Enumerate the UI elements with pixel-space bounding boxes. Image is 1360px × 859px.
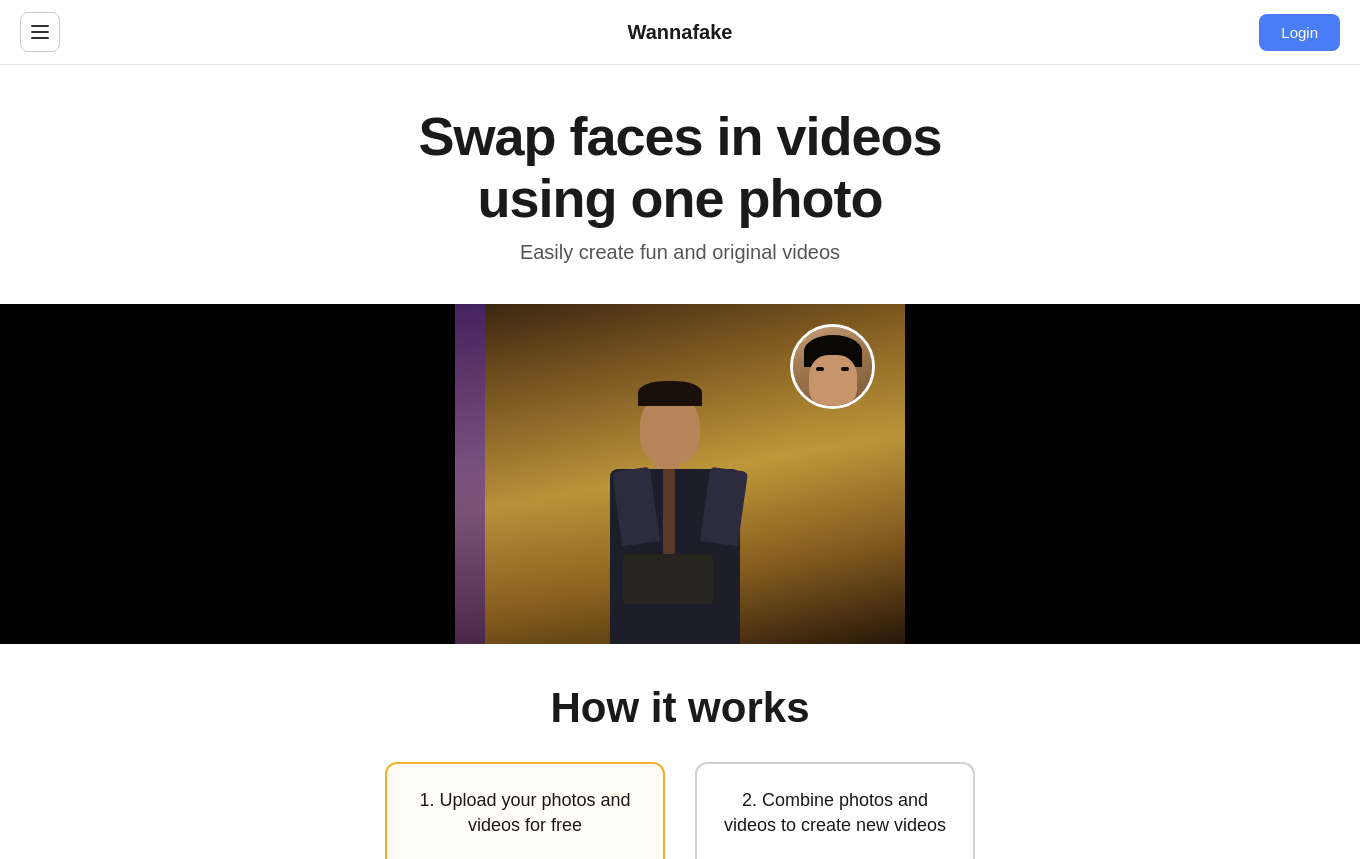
video-demo (0, 304, 1360, 644)
how-it-works-section: How it works 1. Upload your photos and v… (0, 644, 1360, 859)
how-it-works-title: How it works (20, 684, 1340, 732)
hero-title: Swap faces in videos using one photo (20, 105, 1340, 229)
hero-section: Swap faces in videos using one photo Eas… (0, 65, 1360, 284)
profile-photo-overlay (790, 324, 875, 409)
menu-button[interactable] (20, 12, 60, 52)
step-1-card: 1. Upload your photos and videos for fre… (385, 762, 665, 859)
step-2-title: 2. Combine photos and videos to create n… (717, 788, 953, 838)
video-frame (455, 304, 905, 644)
site-name: Wannafake (628, 21, 733, 44)
login-button[interactable]: Login (1259, 14, 1340, 51)
step-1-title: 1. Upload your photos and videos for fre… (407, 788, 643, 838)
step-2-card: 2. Combine photos and videos to create n… (695, 762, 975, 859)
steps-container: 1. Upload your photos and videos for fre… (20, 762, 1340, 859)
hero-subtitle: Easily create fun and original videos (20, 241, 1340, 264)
header: Wannafake Login (0, 0, 1360, 65)
